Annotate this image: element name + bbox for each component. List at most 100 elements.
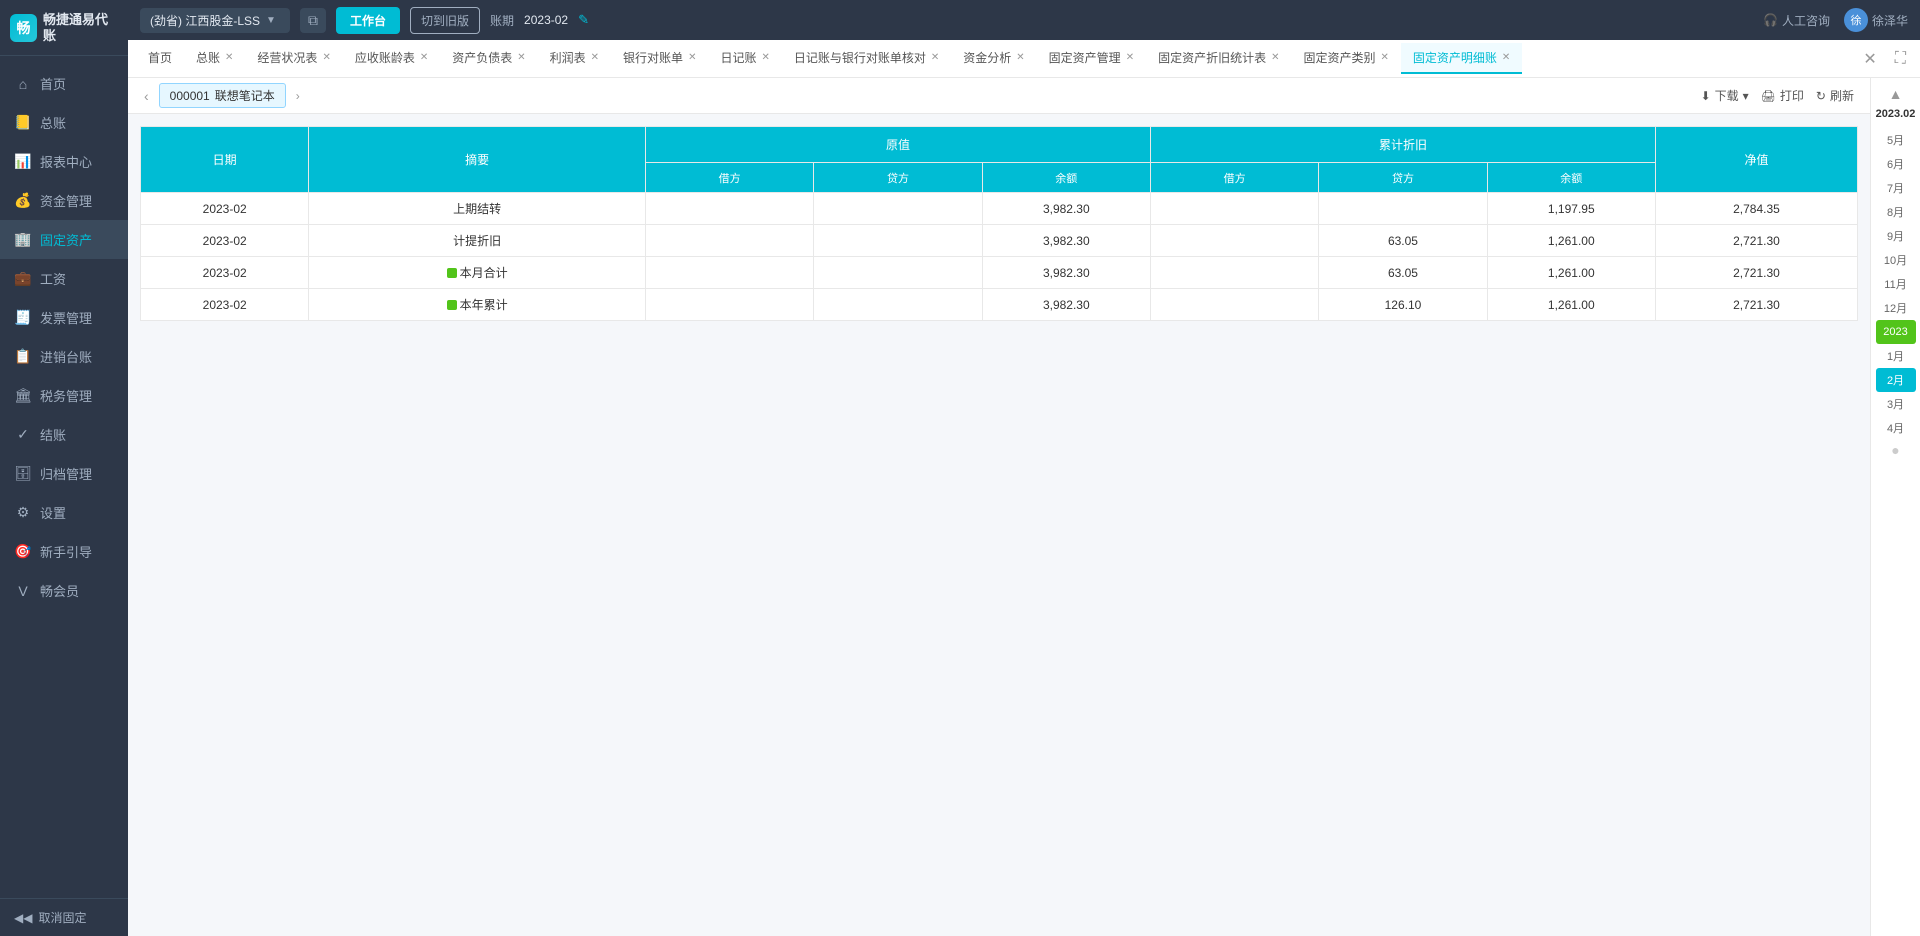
refresh-button[interactable]: ↻ 刷新 xyxy=(1816,87,1854,104)
sidebar-item-settle[interactable]: ✓ 结账 xyxy=(0,415,128,454)
tab-profit[interactable]: 利润表✕ xyxy=(538,43,611,74)
tab-close-fa-depreciation[interactable]: ✕ xyxy=(1271,52,1279,63)
rp-month-item[interactable]: 9月 xyxy=(1876,224,1916,248)
tab-close-bank-statement[interactable]: ✕ xyxy=(688,52,696,63)
table-row[interactable]: 2023-02 本年累计 3,982.30 126.10 1,261.00 2,… xyxy=(141,289,1858,321)
td-orig-debit xyxy=(645,225,813,257)
tab-close-profit[interactable]: ✕ xyxy=(591,52,599,63)
tab-close-balance[interactable]: ✕ xyxy=(517,52,525,63)
download-button[interactable]: ⬇ 下载 ▾ xyxy=(1701,87,1749,104)
rp-month-item[interactable]: 5月 xyxy=(1876,128,1916,152)
sidebar-item-label-guide: 新手引导 xyxy=(40,542,92,561)
rp-month-item[interactable]: 10月 xyxy=(1876,248,1916,272)
tab-bank-check[interactable]: 日记账与银行对账单核对✕ xyxy=(782,43,951,74)
rp-month-item[interactable]: 11月 xyxy=(1876,272,1916,296)
badge-summary: 本月合计 xyxy=(447,264,508,281)
refresh-label: 刷新 xyxy=(1830,87,1854,104)
sidebar-item-capital[interactable]: 💰 资金管理 xyxy=(0,181,128,220)
tab-close-receivable[interactable]: ✕ xyxy=(420,52,428,63)
tab-close-capital-analysis[interactable]: ✕ xyxy=(1016,52,1024,63)
forward-arrow-icon[interactable]: › xyxy=(296,89,300,103)
maximize-button[interactable]: ⛶ xyxy=(1889,48,1912,70)
tab-bank-statement[interactable]: 银行对账单✕ xyxy=(611,43,708,74)
tab-balance[interactable]: 资产负债表✕ xyxy=(440,43,537,74)
td-orig-balance: 3,982.30 xyxy=(982,257,1150,289)
rp-month-item[interactable]: 1月 xyxy=(1876,344,1916,368)
col-orig-balance: 余额 xyxy=(982,163,1150,193)
table-container: 日期 摘要 原值 累计折旧 净值 借方 贷方 余额 借方 贷方 余额 xyxy=(128,114,1870,936)
tab-close-journal[interactable]: ✕ xyxy=(761,52,769,63)
sidebar-item-fixed-assets[interactable]: 🏢 固定资产 xyxy=(0,220,128,259)
rp-month-item[interactable]: 4月 xyxy=(1876,416,1916,440)
settle-icon: ✓ xyxy=(14,426,32,444)
customer-service[interactable]: 🎧 人工咨询 xyxy=(1763,12,1830,29)
tab-close-fa-category[interactable]: ✕ xyxy=(1381,52,1389,63)
tab-operation[interactable]: 经营状况表 ✕ xyxy=(245,43,342,74)
sidebar-item-settings[interactable]: ⚙ 设置 xyxy=(0,493,128,532)
rp-month-item[interactable]: 2月 xyxy=(1876,368,1916,392)
tab-home[interactable]: 首页 xyxy=(136,43,184,74)
tab-fa-mgmt[interactable]: 固定资产管理✕ xyxy=(1037,43,1146,74)
tab-fa-detail[interactable]: 固定资产明细账 ✕ xyxy=(1401,43,1522,74)
switch-old-button[interactable]: 切到旧版 xyxy=(410,7,480,34)
table-row[interactable]: 2023-02 计提折旧 3,982.30 63.05 1,261.00 2,7… xyxy=(141,225,1858,257)
tab-receivable[interactable]: 应收账龄表✕ xyxy=(343,43,440,74)
print-button[interactable]: 🖨 打印 xyxy=(1761,87,1804,104)
tab-label-fa-detail: 固定资产明细账 xyxy=(1413,49,1497,66)
scroll-down-button[interactable]: ● xyxy=(1891,440,1899,460)
back-arrow-icon[interactable]: ‹ xyxy=(144,88,149,104)
sidebar-item-reports[interactable]: 📊 报表中心 xyxy=(0,142,128,181)
rp-month-item[interactable]: 12月 xyxy=(1876,296,1916,320)
tab-close-operation[interactable]: ✕ xyxy=(322,52,330,63)
refresh-icon: ↻ xyxy=(1816,89,1826,103)
rp-month-item[interactable]: 8月 xyxy=(1876,200,1916,224)
sidebar-item-member[interactable]: V 畅会员 xyxy=(0,571,128,610)
workbench-button[interactable]: 工作台 xyxy=(336,7,400,34)
scroll-up-button[interactable]: ▲ xyxy=(1889,84,1903,104)
tab-close-bank-check[interactable]: ✕ xyxy=(931,52,939,63)
tab-label-fa-depreciation: 固定资产折旧统计表 xyxy=(1158,49,1266,66)
user-menu[interactable]: 徐 徐泽华 xyxy=(1844,8,1908,32)
td-orig-balance: 3,982.30 xyxy=(982,193,1150,225)
sidebar-item-tax[interactable]: 🏛 税务管理 xyxy=(0,376,128,415)
sidebar-item-archive[interactable]: 🗄 归档管理 xyxy=(0,454,128,493)
tab-fa-depreciation[interactable]: 固定资产折旧统计表 ✕ xyxy=(1146,43,1291,74)
table-row[interactable]: 2023-02 本月合计 3,982.30 63.05 1,261.00 2,7… xyxy=(141,257,1858,289)
period-edit-icon[interactable]: ✎ xyxy=(578,12,589,28)
sidebar-item-sales[interactable]: 📋 进销台账 xyxy=(0,337,128,376)
sidebar-item-salary[interactable]: 💼 工资 xyxy=(0,259,128,298)
sidebar-pin-toggle[interactable]: ◀◀ 取消固定 xyxy=(0,898,128,936)
tab-close-fa-mgmt[interactable]: ✕ xyxy=(1126,52,1134,63)
copy-button[interactable]: ⧉ xyxy=(300,8,326,33)
td-accum-credit xyxy=(1319,193,1487,225)
rp-month-item[interactable]: 3月 xyxy=(1876,392,1916,416)
sidebar-item-invoice[interactable]: 🧾 发票管理 xyxy=(0,298,128,337)
tab-close-ledger[interactable]: ✕ xyxy=(225,52,233,63)
tab-journal[interactable]: 日记账✕ xyxy=(708,43,781,74)
tab-fa-category[interactable]: 固定资产类别✕ xyxy=(1291,43,1400,74)
rp-month-item[interactable]: 6月 xyxy=(1876,152,1916,176)
pin-icon: ◀◀ xyxy=(14,911,32,925)
main-area: (劲省) 江西股金-LSS ▼ ⧉ 工作台 切到旧版 账期 2023-02 ✎ … xyxy=(128,0,1920,936)
col-accum-debit: 借方 xyxy=(1150,163,1318,193)
sidebar-item-home[interactable]: ⌂ 首页 xyxy=(0,64,128,103)
close-tab-button[interactable]: ✕ xyxy=(1857,47,1882,71)
td-summary: 本月合计 xyxy=(309,257,646,289)
tab-label-capital-analysis: 资金分析 xyxy=(963,49,1011,66)
tab-capital-analysis[interactable]: 资金分析 ✕ xyxy=(951,43,1036,74)
rp-month-item[interactable]: 7月 xyxy=(1876,176,1916,200)
sidebar-item-label-member: 畅会员 xyxy=(40,581,79,600)
sidebar-item-guide[interactable]: 🎯 新手引导 xyxy=(0,532,128,571)
tab-label-operation: 经营状况表 xyxy=(257,49,317,66)
td-date: 2023-02 xyxy=(141,257,309,289)
fixed-assets-icon: 🏢 xyxy=(14,231,32,249)
table-row[interactable]: 2023-02 上期结转 3,982.30 1,197.95 2,784.35 xyxy=(141,193,1858,225)
company-selector[interactable]: (劲省) 江西股金-LSS ▼ xyxy=(140,8,290,33)
td-summary: 本年累计 xyxy=(309,289,646,321)
tab-close-fa-detail[interactable]: ✕ xyxy=(1502,52,1510,63)
sidebar-item-ledger[interactable]: 📒 总账 xyxy=(0,103,128,142)
td-net-value: 2,784.35 xyxy=(1655,193,1857,225)
tab-ledger[interactable]: 总账✕ xyxy=(184,43,245,74)
username: 徐泽华 xyxy=(1872,12,1908,29)
logo-icon: 畅 xyxy=(10,14,37,42)
